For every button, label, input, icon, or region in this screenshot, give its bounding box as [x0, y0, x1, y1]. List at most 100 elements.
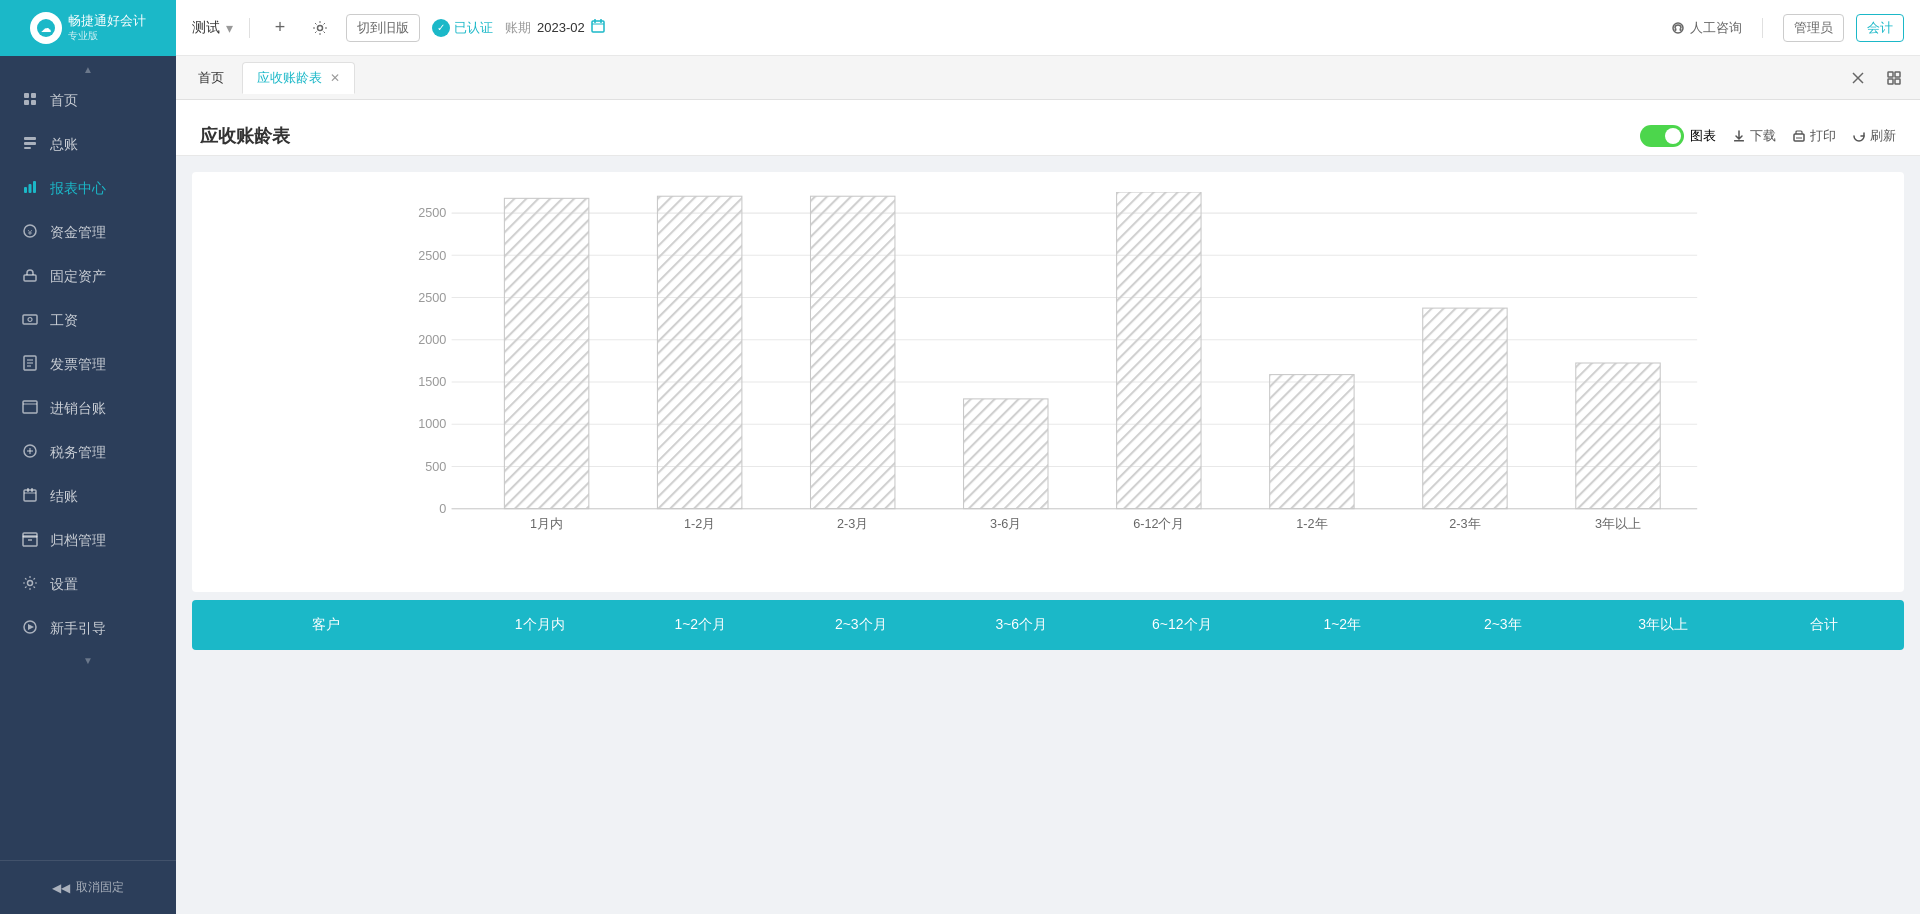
sidebar-item-reports-label: 报表中心 — [50, 180, 106, 198]
sidebar-item-invoices-label: 发票管理 — [50, 356, 106, 374]
tab-home[interactable]: 首页 — [184, 62, 238, 94]
download-button[interactable]: 下载 — [1732, 127, 1776, 145]
print-label: 打印 — [1810, 127, 1836, 145]
bar-1月内 — [504, 198, 588, 508]
sidebar-item-invoices[interactable]: 发票管理 — [0, 343, 176, 387]
col-1-2y: 1~2年 — [1262, 600, 1423, 650]
sidebar-item-reports[interactable]: 报表中心 — [0, 167, 176, 211]
sidebar-item-settings-label: 设置 — [50, 576, 78, 594]
period-label: 账期 — [505, 19, 531, 37]
svg-rect-26 — [24, 490, 36, 501]
bar-3-6月 — [964, 399, 1048, 509]
tabbar-right-actions — [1844, 64, 1912, 92]
col-3-6m: 3~6个月 — [941, 600, 1102, 650]
col-2-3m: 2~3个月 — [781, 600, 942, 650]
svg-rect-6 — [24, 137, 36, 140]
archive-icon — [20, 531, 40, 551]
guide-icon — [20, 619, 40, 639]
dropdown-icon: ▾ — [226, 20, 233, 36]
col-1-2m: 1~2个月 — [620, 600, 781, 650]
sidebar-item-funds[interactable]: ¥ 资金管理 — [0, 211, 176, 255]
verified-label: 已认证 — [454, 19, 493, 37]
svg-rect-14 — [24, 275, 36, 281]
sidebar-item-closing[interactable]: 结账 — [0, 475, 176, 519]
bar-2-3年 — [1423, 308, 1507, 509]
sidebar-item-archive[interactable]: 归档管理 — [0, 519, 176, 563]
svg-text:2500: 2500 — [418, 291, 446, 305]
cancel-fixed-button[interactable]: ◀◀ 取消固定 — [0, 871, 176, 904]
topbar: 测试 ▾ + 切到旧版 ✓ 已认证 账期 2023-02 人工咨询 — [176, 0, 1920, 56]
manager-button[interactable]: 管理员 — [1783, 14, 1844, 42]
refresh-label: 刷新 — [1870, 127, 1896, 145]
svg-rect-43 — [1680, 28, 1682, 31]
sidebar-item-ledger-label: 总账 — [50, 136, 78, 154]
refresh-icon — [1852, 129, 1866, 143]
role-button[interactable]: 会计 — [1856, 14, 1904, 42]
project-selector[interactable]: 测试 ▾ — [192, 19, 233, 37]
svg-rect-48 — [1888, 79, 1893, 84]
tab-expand-button[interactable] — [1880, 64, 1908, 92]
toggle-thumb — [1665, 128, 1681, 144]
svg-rect-4 — [24, 100, 29, 105]
help-button[interactable]: 人工咨询 — [1670, 19, 1742, 37]
sidebar-item-settings[interactable]: 设置 — [0, 563, 176, 607]
sidebar-item-guide[interactable]: 新手引导 — [0, 607, 176, 651]
svg-rect-5 — [31, 100, 36, 105]
home-icon — [20, 91, 40, 111]
x-label-1-2年: 1-2年 — [1296, 517, 1327, 531]
svg-text:1000: 1000 — [418, 417, 446, 431]
bar-2-3月 — [811, 196, 895, 508]
tab-aging-label: 应收账龄表 — [257, 69, 322, 87]
manager-label: 管理员 — [1794, 20, 1833, 35]
col-3y-plus: 3年以上 — [1583, 600, 1744, 650]
calendar-icon[interactable] — [591, 19, 605, 36]
reports-icon — [20, 179, 40, 199]
x-label-2-3月: 2-3月 — [837, 517, 868, 531]
chart-toggle[interactable] — [1640, 125, 1684, 147]
sidebar-nav: ▲ 首页 总账 报表中心 ¥ 资金管理 — [0, 56, 176, 860]
tab-home-label: 首页 — [198, 69, 224, 87]
sidebar-item-tax[interactable]: 税务管理 — [0, 431, 176, 475]
sales-icon — [20, 399, 40, 419]
sidebar-logo: ☁ 畅捷通好会计 专业版 — [0, 0, 176, 56]
project-name: 测试 — [192, 19, 220, 37]
svg-text:0: 0 — [439, 502, 446, 516]
old-version-label: 切到旧版 — [357, 20, 409, 35]
svg-rect-9 — [24, 187, 27, 193]
tab-aging[interactable]: 应收账龄表 ✕ — [242, 62, 355, 94]
page-header: 应收账龄表 图表 下载 — [176, 100, 1920, 156]
sidebar-item-payroll[interactable]: 工资 — [0, 299, 176, 343]
print-icon — [1792, 129, 1806, 143]
print-button[interactable]: 打印 — [1792, 127, 1836, 145]
page-actions: 图表 下载 打印 刷新 — [1640, 125, 1896, 147]
logo-subtitle: 专业版 — [68, 29, 146, 43]
sidebar-item-home[interactable]: 首页 — [0, 79, 176, 123]
x-label-1月内: 1月内 — [530, 517, 563, 531]
sidebar-item-assets[interactable]: 固定资产 — [0, 255, 176, 299]
col-customer: 客户 — [192, 600, 460, 650]
add-company-button[interactable]: + — [266, 14, 294, 42]
x-icon — [1850, 70, 1866, 86]
verified-badge: ✓ 已认证 — [432, 19, 493, 37]
col-total: 合计 — [1744, 600, 1905, 650]
tab-collapse-button[interactable] — [1844, 64, 1872, 92]
assets-icon — [20, 267, 40, 287]
bar-1-2年 — [1270, 375, 1354, 509]
tab-close-icon[interactable]: ✕ — [330, 71, 340, 85]
svg-rect-10 — [29, 184, 32, 193]
refresh-button[interactable]: 刷新 — [1852, 127, 1896, 145]
chart-toggle-label: 图表 — [1690, 127, 1716, 145]
ledger-icon — [20, 135, 40, 155]
sidebar-item-sales[interactable]: 进销台账 — [0, 387, 176, 431]
old-version-button[interactable]: 切到旧版 — [346, 14, 420, 42]
closing-icon — [20, 487, 40, 507]
svg-rect-7 — [24, 142, 36, 145]
svg-point-16 — [28, 318, 32, 322]
sidebar-item-ledger[interactable]: 总账 — [0, 123, 176, 167]
x-label-2-3年: 2-3年 — [1449, 517, 1480, 531]
help-label: 人工咨询 — [1690, 19, 1742, 37]
svg-point-33 — [28, 581, 33, 586]
x-label-6-12月: 6-12个月 — [1133, 517, 1184, 531]
topbar-settings-button[interactable] — [306, 14, 334, 42]
content-area: 应收账龄表 图表 下载 — [176, 100, 1920, 914]
